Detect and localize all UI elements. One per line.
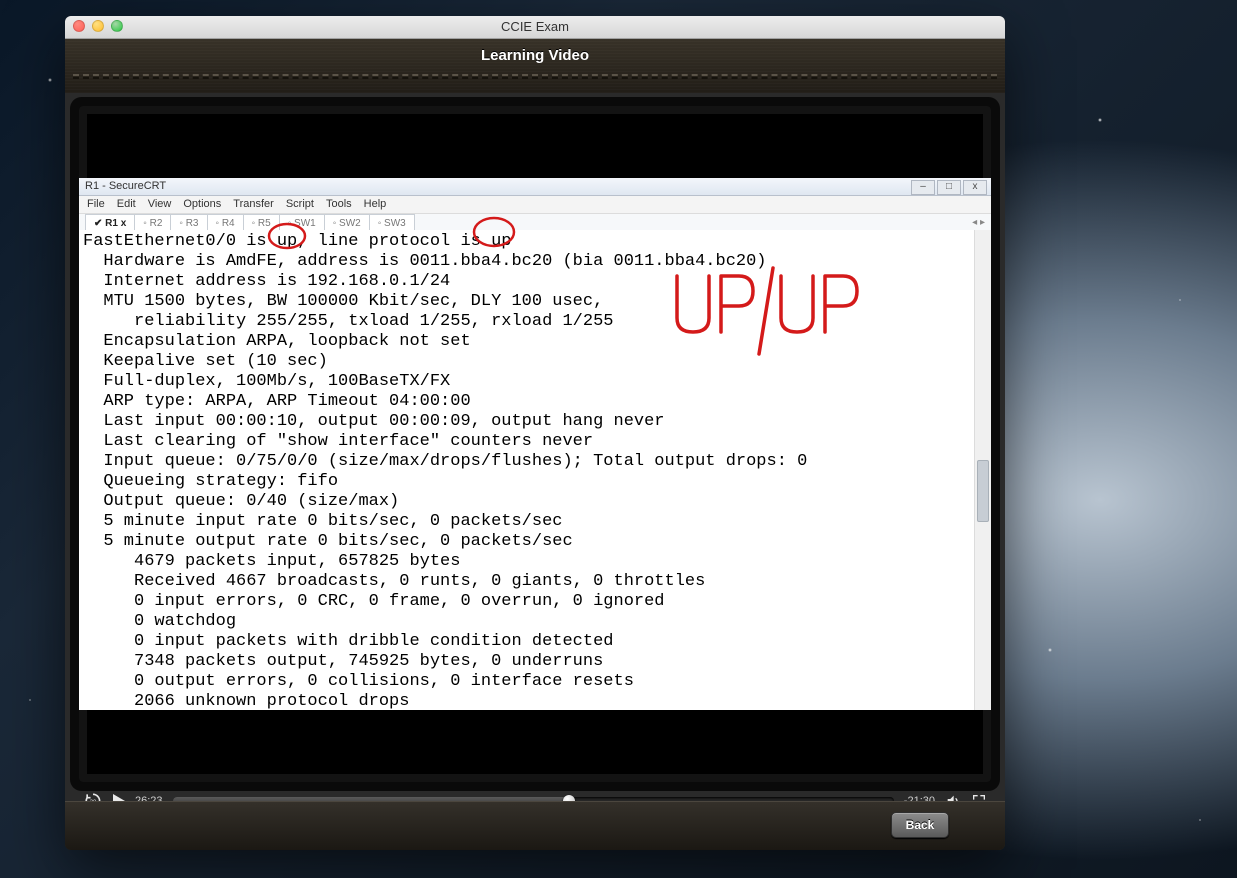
menu-script: Script (286, 198, 314, 210)
minimize-icon[interactable] (92, 20, 104, 32)
menu-help: Help (364, 198, 387, 210)
embedded-securecrt: R1 - SecureCRT – □ x File Edit View Options… (79, 178, 991, 710)
scrollbar-thumb (977, 460, 989, 522)
menu-edit: Edit (117, 198, 136, 210)
securecrt-titlebar: R1 - SecureCRT – □ x (79, 178, 991, 196)
close-icon[interactable] (73, 20, 85, 32)
window-title: CCIE Exam (501, 19, 569, 34)
app-header: Learning Video (65, 39, 1005, 93)
desktop-wallpaper: CCIE Exam Learning Video R1 - SecureCRT … (0, 0, 1237, 878)
menu-view: View (148, 198, 172, 210)
bottom-toolbar: Back (65, 801, 1005, 850)
back-button[interactable]: Back (891, 812, 949, 838)
app-window: CCIE Exam Learning Video R1 - SecureCRT … (65, 16, 1005, 850)
menu-transfer: Transfer (233, 198, 274, 210)
stitch-divider (73, 74, 997, 79)
win-close-icon: x (963, 180, 987, 195)
page-title: Learning Video (481, 47, 589, 64)
traffic-lights (73, 20, 123, 32)
terminal-output: FastEthernet0/0 is up, line protocol is … (79, 230, 991, 710)
menu-tools: Tools (326, 198, 352, 210)
video-frame[interactable]: R1 - SecureCRT – □ x File Edit View Options… (79, 178, 991, 710)
win-minimize-icon: – (911, 180, 935, 195)
menu-options: Options (183, 198, 221, 210)
zoom-icon[interactable] (111, 20, 123, 32)
win-maximize-icon: □ (937, 180, 961, 195)
menu-file: File (87, 198, 105, 210)
video-stage: R1 - SecureCRT – □ x File Edit View Options… (79, 106, 991, 782)
terminal-scrollbar (974, 230, 991, 710)
securecrt-title: R1 - SecureCRT (85, 180, 166, 192)
window-titlebar[interactable]: CCIE Exam (65, 16, 1005, 39)
securecrt-menubar: File Edit View Options Transfer Script Tools He… (79, 196, 991, 214)
